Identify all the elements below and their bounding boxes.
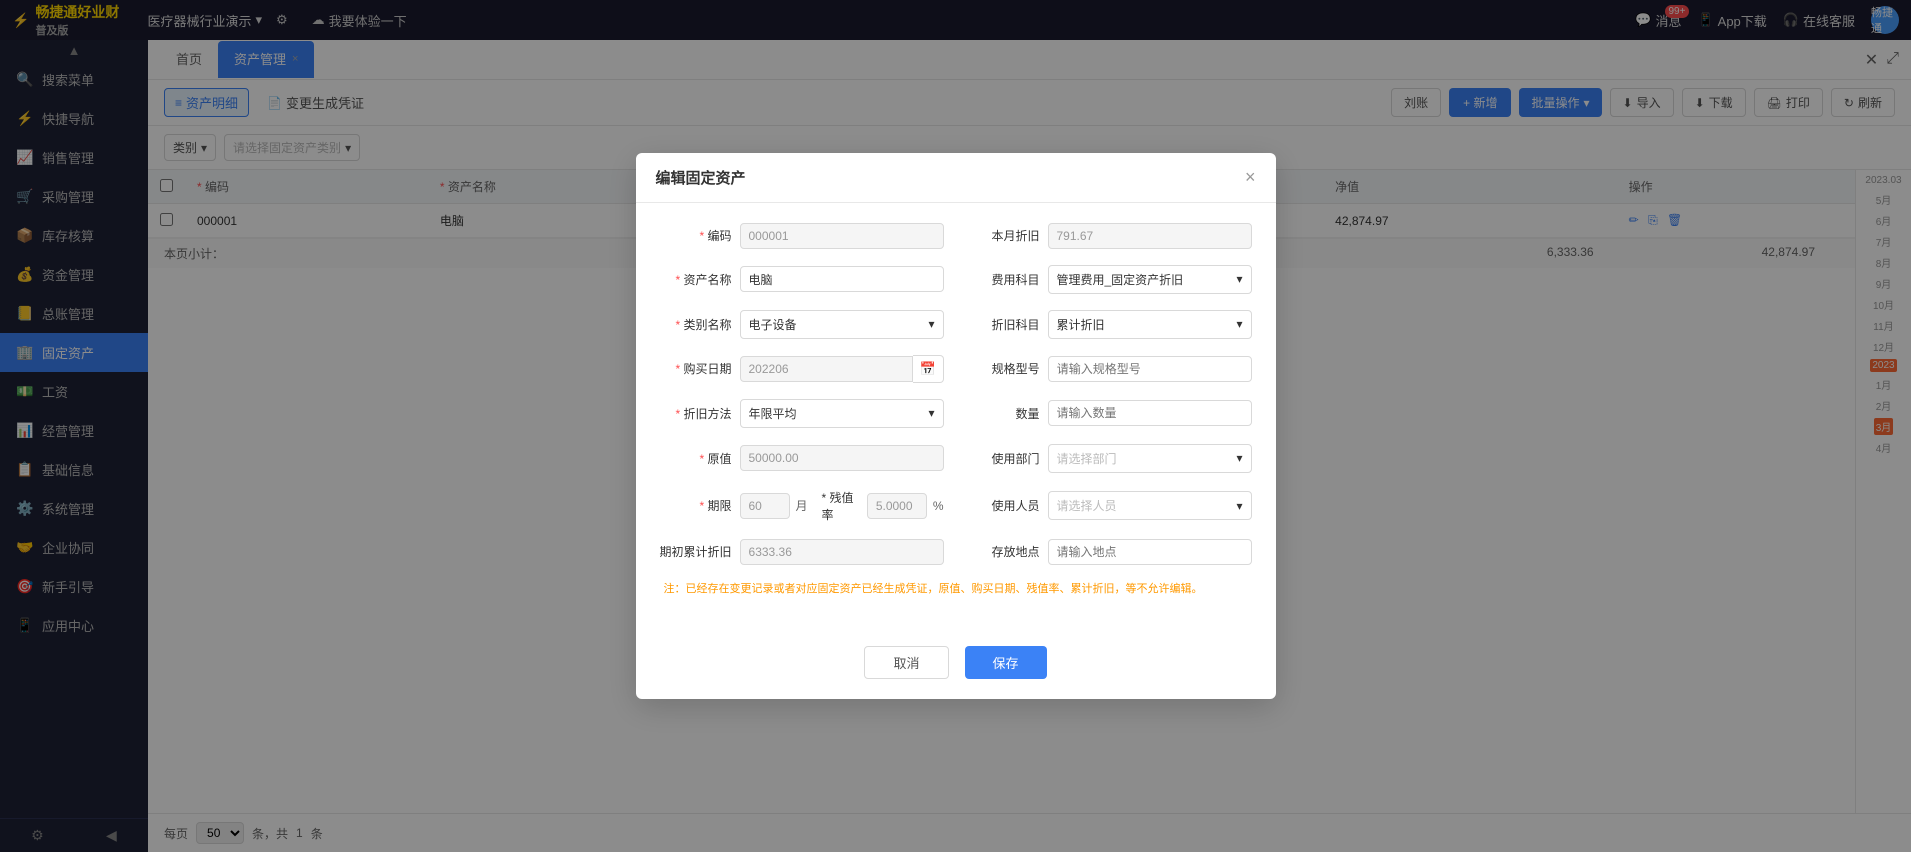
dep-method-value: 年限平均	[749, 405, 797, 422]
dep-method-select[interactable]: 年限平均 ▾	[740, 399, 944, 428]
dep-subject-label: 折旧科目	[968, 316, 1040, 333]
residual-unit: %	[933, 499, 944, 513]
purchase-date-label: 购买日期	[660, 360, 732, 377]
expense-subject-select[interactable]: 管理费用_固定资产折旧 ▾	[1048, 265, 1252, 294]
chevron-down-icon: ▾	[1236, 272, 1242, 286]
original-value-input	[740, 445, 944, 471]
department-label: 使用部门	[968, 450, 1040, 467]
period-label: 期限	[660, 497, 732, 514]
asset-name-label: 资产名称	[660, 271, 732, 288]
expense-subject-value: 管理费用_固定资产折旧	[1057, 271, 1184, 288]
category-select[interactable]: 电子设备 ▾	[740, 310, 944, 339]
cancel-button[interactable]: 取消	[864, 646, 948, 679]
department-placeholder: 请选择部门	[1057, 450, 1117, 467]
user-placeholder: 请选择人员	[1057, 497, 1117, 514]
spec-label: 规格型号	[968, 360, 1040, 377]
chevron-down-icon: ▾	[1236, 499, 1242, 513]
code-input	[740, 223, 944, 249]
modal-title: 编辑固定资产	[656, 167, 746, 188]
chevron-down-icon: ▾	[928, 406, 934, 420]
dep-method-label: 折旧方法	[660, 405, 732, 422]
monthly-dep-input	[1048, 223, 1252, 249]
residual-rate-input	[867, 493, 927, 519]
quantity-input[interactable]	[1048, 400, 1252, 426]
modal-close-button[interactable]: ×	[1245, 167, 1256, 188]
category-label: 类别名称	[660, 316, 732, 333]
purchase-date-input	[740, 356, 913, 382]
quantity-label: 数量	[968, 405, 1040, 422]
initial-dep-label: 期初累计折旧	[660, 543, 732, 560]
initial-dep-input	[740, 539, 944, 565]
edit-asset-modal: 编辑固定资产 × 编码 本月折旧 资产名称	[636, 153, 1276, 700]
period-unit: 月	[796, 497, 808, 514]
expense-subject-label: 费用科目	[968, 271, 1040, 288]
location-input[interactable]	[1048, 539, 1252, 565]
code-label: 编码	[660, 227, 732, 244]
asset-name-input[interactable]	[740, 266, 944, 292]
monthly-dep-label: 本月折旧	[968, 227, 1040, 244]
dep-subject-select[interactable]: 累计折旧 ▾	[1048, 310, 1252, 339]
location-label: 存放地点	[968, 543, 1040, 560]
user-select[interactable]: 请选择人员 ▾	[1048, 491, 1252, 520]
department-select[interactable]: 请选择部门 ▾	[1048, 444, 1252, 473]
dep-subject-value: 累计折旧	[1057, 316, 1105, 333]
spec-input[interactable]	[1048, 356, 1252, 382]
original-value-label: 原值	[660, 450, 732, 467]
calendar-icon[interactable]: 📅	[913, 355, 944, 383]
modal-overlay: 编辑固定资产 × 编码 本月折旧 资产名称	[0, 0, 1911, 852]
chevron-down-icon: ▾	[928, 317, 934, 331]
chevron-down-icon: ▾	[1236, 451, 1242, 465]
period-input	[740, 493, 790, 519]
modal-note: 注：已经存在变更记录或者对应固定资产已经生成凭证，原值、购买日期、残值率、累计折…	[660, 581, 1252, 599]
residual-rate-label: * 残值率	[822, 489, 861, 523]
category-value: 电子设备	[749, 316, 797, 333]
chevron-down-icon: ▾	[1236, 317, 1242, 331]
user-label: 使用人员	[968, 497, 1040, 514]
save-button[interactable]: 保存	[965, 646, 1047, 679]
